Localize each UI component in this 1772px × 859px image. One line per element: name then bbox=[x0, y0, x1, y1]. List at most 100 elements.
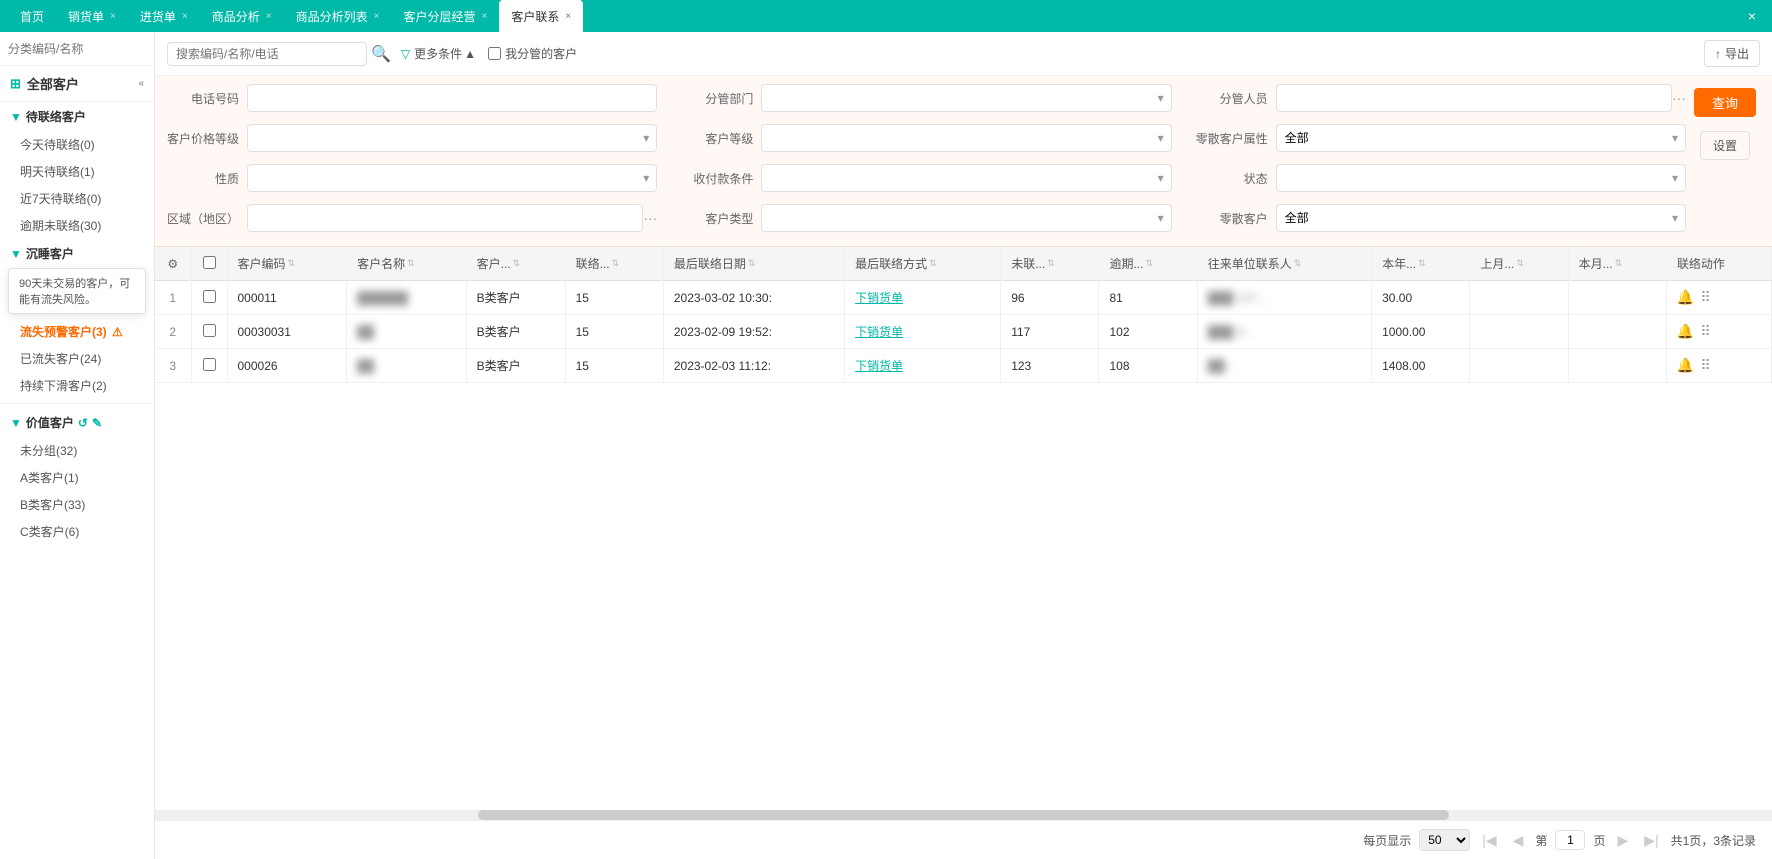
sidebar-item-week-pending[interactable]: 近7天待联络(0) bbox=[0, 185, 154, 212]
sidebar-group-dormant[interactable]: ▼ 沉睡客户 bbox=[0, 239, 154, 268]
sidebar-item-class-c[interactable]: C类客户(6) bbox=[0, 518, 154, 545]
export-button[interactable]: ↑ 导出 bbox=[1704, 40, 1760, 67]
table-header-cust-type[interactable]: 客户... ⇅ bbox=[466, 247, 565, 281]
close-icon[interactable]: × bbox=[110, 11, 116, 22]
table-header-overdue[interactable]: 逾期... ⇅ bbox=[1099, 247, 1197, 281]
table-header-code[interactable]: 客户编码 ⇅ bbox=[227, 247, 347, 281]
sidebar-search-input[interactable] bbox=[8, 42, 155, 56]
more-actions-icon[interactable]: ⠿ bbox=[1700, 289, 1710, 306]
table-header-last-date[interactable]: 最后联络日期 ⇅ bbox=[663, 247, 844, 281]
nav-tab-home[interactable]: 首页 bbox=[8, 0, 56, 32]
sort-arrows-icon[interactable]: ⇅ bbox=[1418, 258, 1426, 269]
table-header-contact[interactable]: 联络... ⇅ bbox=[565, 247, 663, 281]
filter-select-retail-attr[interactable]: 全部 bbox=[1276, 124, 1686, 152]
first-page-button[interactable]: |◀ bbox=[1478, 832, 1500, 849]
table-header-this-month[interactable]: 本月... ⇅ bbox=[1568, 247, 1666, 281]
nav-tab-customer-layer[interactable]: 客户分层经营 × bbox=[391, 0, 499, 32]
close-all-tabs-button[interactable]: × bbox=[1740, 8, 1764, 24]
nav-tab-customer-contact[interactable]: 客户联系 × bbox=[499, 0, 583, 32]
sort-arrows-icon[interactable]: ⇅ bbox=[1294, 258, 1302, 269]
filter-select-dept[interactable] bbox=[761, 84, 1171, 112]
sidebar-item-all-customers[interactable]: ⊞ 全部客户 « bbox=[0, 66, 154, 102]
sidebar-group-value[interactable]: ▼ 价值客户 ↺ ✎ bbox=[0, 408, 154, 437]
close-icon[interactable]: × bbox=[565, 11, 571, 22]
sort-arrows-icon[interactable]: ⇅ bbox=[288, 258, 296, 269]
sort-arrows-icon[interactable]: ⇅ bbox=[1047, 258, 1055, 269]
table-header-last-month[interactable]: 上月... ⇅ bbox=[1470, 247, 1568, 281]
nav-tab-purchase[interactable]: 进货单 × bbox=[128, 0, 200, 32]
more-conditions-button[interactable]: ▽ 更多条件 ▲ bbox=[401, 45, 476, 62]
sort-arrows-icon[interactable]: ⇅ bbox=[513, 258, 521, 269]
filter-select-nature[interactable] bbox=[247, 164, 657, 192]
chevron-left-icon[interactable]: « bbox=[138, 78, 144, 89]
sort-arrows-icon[interactable]: ⇅ bbox=[1145, 258, 1153, 269]
filter-select-price-grade[interactable] bbox=[247, 124, 657, 152]
edit-icon[interactable]: ✎ bbox=[92, 416, 102, 430]
table-header-contacts[interactable]: 往来单位联系人 ⇅ bbox=[1197, 247, 1371, 281]
filter-input-person[interactable] bbox=[1276, 84, 1672, 112]
nav-tab-goods-analysis[interactable]: 商品分析 × bbox=[200, 0, 284, 32]
table-header-last-method[interactable]: 最后联络方式 ⇅ bbox=[845, 247, 1001, 281]
sort-arrows-icon[interactable]: ⇅ bbox=[929, 258, 937, 269]
contact-icon[interactable]: 🔔 bbox=[1677, 289, 1694, 306]
search-input[interactable] bbox=[167, 42, 367, 66]
filter-select-status[interactable] bbox=[1276, 164, 1686, 192]
sidebar-item-class-a[interactable]: A类客户(1) bbox=[0, 464, 154, 491]
current-page-input[interactable] bbox=[1555, 830, 1585, 850]
sidebar-item-unclassified[interactable]: 未分组(32) bbox=[0, 437, 154, 464]
region-dots-button[interactable]: ··· bbox=[643, 210, 657, 226]
settings-button[interactable]: 设置 bbox=[1700, 131, 1750, 160]
my-customers-checkbox[interactable] bbox=[488, 47, 501, 60]
table-header-name[interactable]: 客户名称 ⇅ bbox=[347, 247, 467, 281]
nav-tab-sales[interactable]: 销货单 × bbox=[56, 0, 128, 32]
close-icon[interactable]: × bbox=[182, 11, 188, 22]
settings-icon[interactable]: ⚙ bbox=[167, 257, 178, 271]
table-header-this-year[interactable]: 本年... ⇅ bbox=[1372, 247, 1470, 281]
sidebar-item-declining[interactable]: 持续下滑客户(2) bbox=[0, 372, 154, 399]
sort-arrows-icon[interactable]: ⇅ bbox=[748, 258, 756, 269]
filter-select-cust-grade[interactable] bbox=[761, 124, 1171, 152]
sort-arrows-icon[interactable]: ⇅ bbox=[1516, 258, 1524, 269]
person-dots-button[interactable]: ··· bbox=[1672, 90, 1686, 106]
sidebar-group-pending[interactable]: ▼ 待联络客户 bbox=[0, 102, 154, 131]
sidebar-item-tomorrow-pending[interactable]: 明天待联络(1) bbox=[0, 158, 154, 185]
close-icon[interactable]: × bbox=[266, 11, 272, 22]
contact-icon[interactable]: 🔔 bbox=[1677, 357, 1694, 374]
prev-page-button[interactable]: ◀ bbox=[1509, 832, 1528, 849]
row-last-method[interactable]: 下销货单 bbox=[845, 349, 1001, 383]
sidebar-item-churn-warning[interactable]: 流失预警客户(3) ⚠ bbox=[0, 318, 154, 345]
nav-tab-goods-list[interactable]: 商品分析列表 × bbox=[284, 0, 392, 32]
more-actions-icon[interactable]: ⠿ bbox=[1700, 357, 1710, 374]
filter-input-region[interactable] bbox=[247, 204, 643, 232]
sidebar-item-class-b[interactable]: B类客户(33) bbox=[0, 491, 154, 518]
scrollbar-thumb[interactable] bbox=[478, 810, 1448, 820]
close-icon[interactable]: × bbox=[374, 11, 380, 22]
page-size-select[interactable]: 50 100 200 bbox=[1419, 829, 1470, 851]
contact-icon[interactable]: 🔔 bbox=[1677, 323, 1694, 340]
table-header-settings[interactable]: ⚙ bbox=[155, 247, 191, 281]
row-last-method[interactable]: 下销货单 bbox=[845, 315, 1001, 349]
sidebar-item-churned[interactable]: 已流失客户(24) bbox=[0, 345, 154, 372]
sort-arrows-icon[interactable]: ⇅ bbox=[407, 258, 415, 269]
filter-select-retail-cust[interactable]: 全部 bbox=[1276, 204, 1686, 232]
row-last-method[interactable]: 下销货单 bbox=[845, 281, 1001, 315]
filter-select-cust-type[interactable] bbox=[761, 204, 1171, 232]
more-actions-icon[interactable]: ⠿ bbox=[1700, 323, 1710, 340]
last-page-button[interactable]: ▶| bbox=[1640, 832, 1662, 849]
row-checkbox[interactable] bbox=[203, 290, 216, 303]
filter-select-payment[interactable] bbox=[761, 164, 1171, 192]
sort-arrows-icon[interactable]: ⇅ bbox=[1615, 258, 1623, 269]
row-checkbox[interactable] bbox=[203, 324, 216, 337]
row-checkbox[interactable] bbox=[203, 358, 216, 371]
table-header-uncontacted[interactable]: 未联... ⇅ bbox=[1001, 247, 1099, 281]
filter-input-phone[interactable] bbox=[247, 84, 657, 112]
sidebar-item-overdue-pending[interactable]: 逾期未联络(30) bbox=[0, 212, 154, 239]
sidebar-item-today-pending[interactable]: 今天待联络(0) bbox=[0, 131, 154, 158]
close-icon[interactable]: × bbox=[481, 11, 487, 22]
sort-arrows-icon[interactable]: ⇅ bbox=[612, 258, 620, 269]
search-button[interactable]: 🔍 bbox=[371, 44, 391, 64]
horizontal-scrollbar[interactable] bbox=[155, 810, 1772, 820]
next-page-button[interactable]: ▶ bbox=[1613, 832, 1632, 849]
select-all-checkbox[interactable] bbox=[203, 256, 216, 269]
refresh-icon[interactable]: ↺ bbox=[78, 416, 88, 430]
